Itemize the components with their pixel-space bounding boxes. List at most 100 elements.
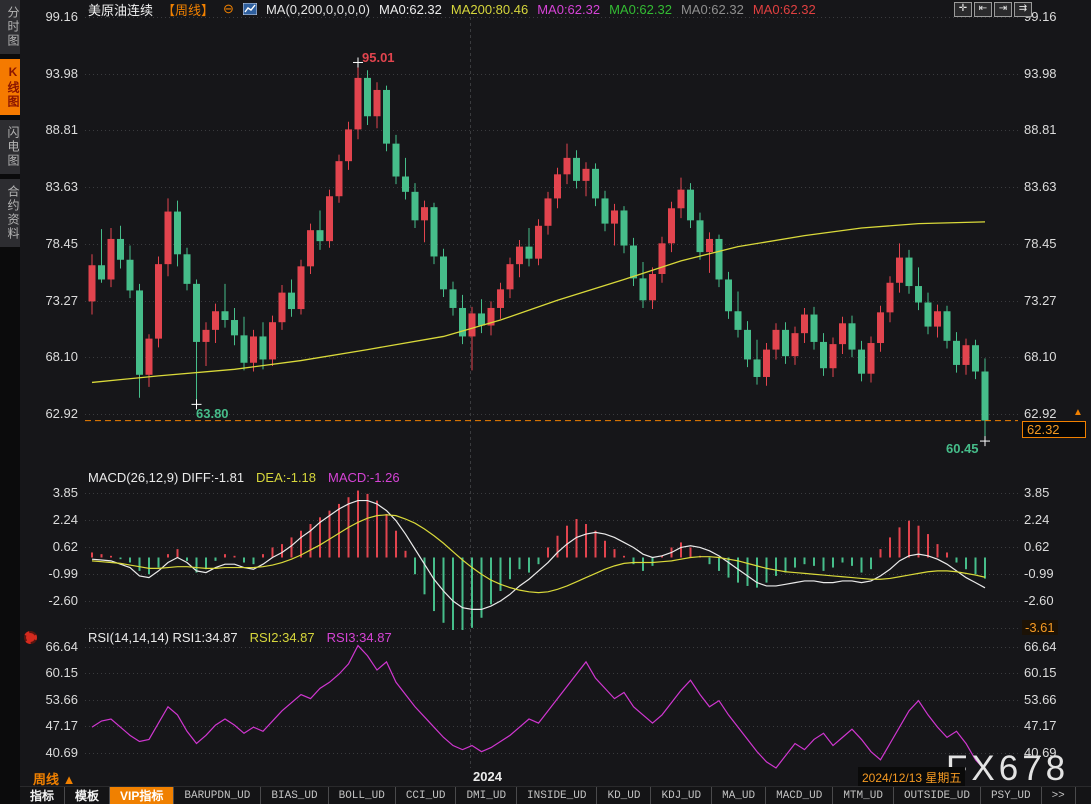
page-right-icon[interactable]: ⇥	[994, 2, 1012, 17]
price-up-arrow-icon: ▲	[1073, 407, 1083, 418]
ma-value-label: MA200:80.46	[450, 1, 529, 17]
period-tag[interactable]: 【周线】	[162, 0, 214, 19]
ma-value-label: MA0:62.32	[752, 1, 816, 17]
indicator-toolbar: 指标 模板 VIP指标 BARUPDN_UD BIAS_UD BOLL_UD CCI_UD D…	[20, 786, 1091, 804]
last-price-tag: 62.32	[1022, 421, 1086, 438]
price-tick-label: 47.17	[1024, 718, 1057, 734]
sidebar-tab-合约资料[interactable]: 合约资料	[0, 179, 20, 247]
price-tick-label: 3.85	[1024, 485, 1050, 501]
rsi1-label: RSI(14,14,14) RSI1:34.87	[88, 630, 238, 645]
toolbar-item-KDJ_UD[interactable]: KDJ_UD	[651, 787, 713, 804]
macd-layer	[91, 490, 986, 630]
chart-type-icon[interactable]	[242, 3, 257, 15]
toolbar-item-MTM_UD[interactable]: MTM_UD	[833, 787, 894, 804]
ma-values: MA0:62.32 MA200:80.46 MA0:62.32 MA0:62.32 MA…	[379, 2, 816, 17]
price-tick-label: 2.24	[1024, 512, 1050, 527]
toolbar-item-DMI_UD[interactable]: DMI_UD	[456, 787, 518, 804]
sidebar-tab-分时图[interactable]: 分时图	[0, 0, 20, 54]
price-tick-label: 93.98	[45, 65, 78, 81]
price-tick-label: 0.62	[52, 539, 78, 555]
chart-mode-sidebar: 分时图 K线图闪电图合约资料	[0, 0, 20, 804]
price-tick-label: 99.16	[45, 9, 78, 24]
chart-header: 美原油连续 【周线】 ⊖ MA(0,200,0,0,0,0) MA0:62.32…	[88, 0, 816, 19]
price-tick-label: 3.85	[52, 485, 78, 501]
price-tick-label: 53.66	[1024, 691, 1057, 707]
ma-value-label: MA0:62.32	[537, 1, 601, 17]
window-buttons: ✛ ⇤ ⇥ ⇉	[954, 2, 1032, 17]
circle-minus-icon[interactable]: ⊖	[223, 1, 234, 17]
rsi2-label: RSI2:34.87	[249, 630, 315, 645]
price-tick-label: 78.45	[1024, 235, 1057, 251]
chart-canvas[interactable]	[0, 0, 1091, 804]
sidebar-tab-闪电图[interactable]: 闪电图	[0, 120, 20, 174]
price-tick-label: 68.10	[45, 349, 78, 365]
macd-dea-label: DEA:-1.18	[256, 470, 317, 485]
macd-header: MACD(26,12,9) DIFF:-1.81 DEA:-1.18 MACD:…	[88, 470, 400, 485]
price-tick-label: 2.24	[52, 512, 78, 527]
price-tick-label: 53.66	[45, 691, 78, 707]
price-tick-label: -2.60	[48, 593, 78, 609]
x-axis-year-label: 2024	[473, 769, 502, 784]
candlestick-layer	[88, 62, 989, 442]
pan-icon[interactable]: ✛	[954, 2, 972, 17]
toolbar-item-PSY_UD[interactable]: PSY_UD	[981, 787, 1042, 804]
price-tick-label: 73.27	[1024, 292, 1057, 308]
price-tick-label: -0.99	[48, 566, 78, 582]
toolbar-item->>[interactable]: >>	[1042, 787, 1076, 804]
toolbar-item-VIP指标[interactable]: VIP指标	[110, 787, 175, 804]
toolbar-item-指标[interactable]: 指标	[20, 787, 66, 804]
price-tick-label: 93.98	[1024, 65, 1057, 81]
ma-formula-label: MA(0,200,0,0,0,0)	[265, 1, 370, 17]
price-tick-label: 88.81	[1024, 122, 1057, 138]
rsi3-label: RSI3:34.87	[326, 630, 392, 645]
price-tick-label: 83.63	[1024, 179, 1057, 195]
ma-value-label: MA0:62.32	[609, 1, 672, 17]
toolbar-item-MA_UD[interactable]: MA_UD	[712, 787, 767, 804]
price-tick-label: 66.64	[1024, 639, 1057, 654]
price-tick-label: 62.92	[45, 406, 78, 421]
ma-value-label: MA0:62.32	[379, 1, 442, 17]
toolbar-item-INSIDE_UD[interactable]: INSIDE_UD	[517, 787, 598, 804]
price-tick-label: 73.27	[45, 292, 78, 308]
macd-macd-label: MACD:-1.26	[328, 470, 400, 485]
price-tick-label: -2.60	[1024, 593, 1054, 609]
rsi-header: RSI(14,14,14) RSI1:34.87 RSI2:34.87 RSI3…	[88, 630, 392, 645]
sidebar-tab-K线图[interactable]: K线图	[0, 59, 20, 115]
ma-value-label: MA0:62.32	[680, 1, 744, 17]
toolbar-item-BIAS_UD[interactable]: BIAS_UD	[261, 787, 329, 804]
price-tick-label: 66.64	[45, 639, 78, 654]
extreme-marker	[980, 436, 990, 447]
price-tick-label: 83.63	[45, 179, 78, 195]
price-tick-label: 47.17	[45, 718, 78, 734]
price-tick-label: 68.10	[1024, 349, 1057, 365]
price-tick-label: 88.81	[45, 122, 78, 138]
price-tick-label: 40.69	[1024, 744, 1057, 760]
price-tick-label: 0.62	[1024, 539, 1050, 555]
price-tick-label: 78.45	[45, 235, 78, 251]
swing-low-label-2: 60.45	[946, 441, 979, 456]
toolbar-item-模板[interactable]: 模板	[65, 787, 111, 804]
price-tick-label: 40.69	[45, 744, 78, 760]
price-tick-label: -0.99	[1024, 566, 1054, 582]
gridlines-layer	[85, 17, 1018, 768]
toolbar-item-MACD_UD[interactable]: MACD_UD	[766, 787, 834, 804]
toolbar-item-BARUPDN_UD[interactable]: BARUPDN_UD	[174, 787, 262, 804]
price-tick-label: 60.15	[45, 665, 78, 681]
chart-application: { "header": { "title": "美原油连续", "period"…	[0, 0, 1091, 804]
swing-low-label-1: 63.80	[196, 406, 229, 421]
go-latest-icon[interactable]: ⇉	[1014, 2, 1032, 17]
toolbar-item-OUTSIDE_UD[interactable]: OUTSIDE_UD	[894, 787, 981, 804]
toolbar-item-BOLL_UD[interactable]: BOLL_UD	[329, 787, 396, 804]
cursor-date-label: 2024/12/13 星期五	[858, 767, 966, 788]
macd-diff-label: MACD(26,12,9) DIFF:-1.81	[88, 470, 245, 485]
price-tick-label: 60.15	[1024, 665, 1057, 681]
rsi-line	[91, 644, 986, 771]
page-left-icon[interactable]: ⇤	[974, 2, 992, 17]
price-tick-label: 62.92	[1024, 406, 1057, 421]
toolbar-item-CCI_UD[interactable]: CCI_UD	[396, 787, 457, 804]
symbol-title: 美原油连续	[88, 2, 154, 18]
record-dot-icon[interactable]	[24, 631, 37, 644]
toolbar-item-KD_UD[interactable]: KD_UD	[597, 787, 652, 804]
macd-low-tag: -3.61	[1022, 620, 1058, 635]
swing-high-label: 95.01	[362, 50, 395, 65]
